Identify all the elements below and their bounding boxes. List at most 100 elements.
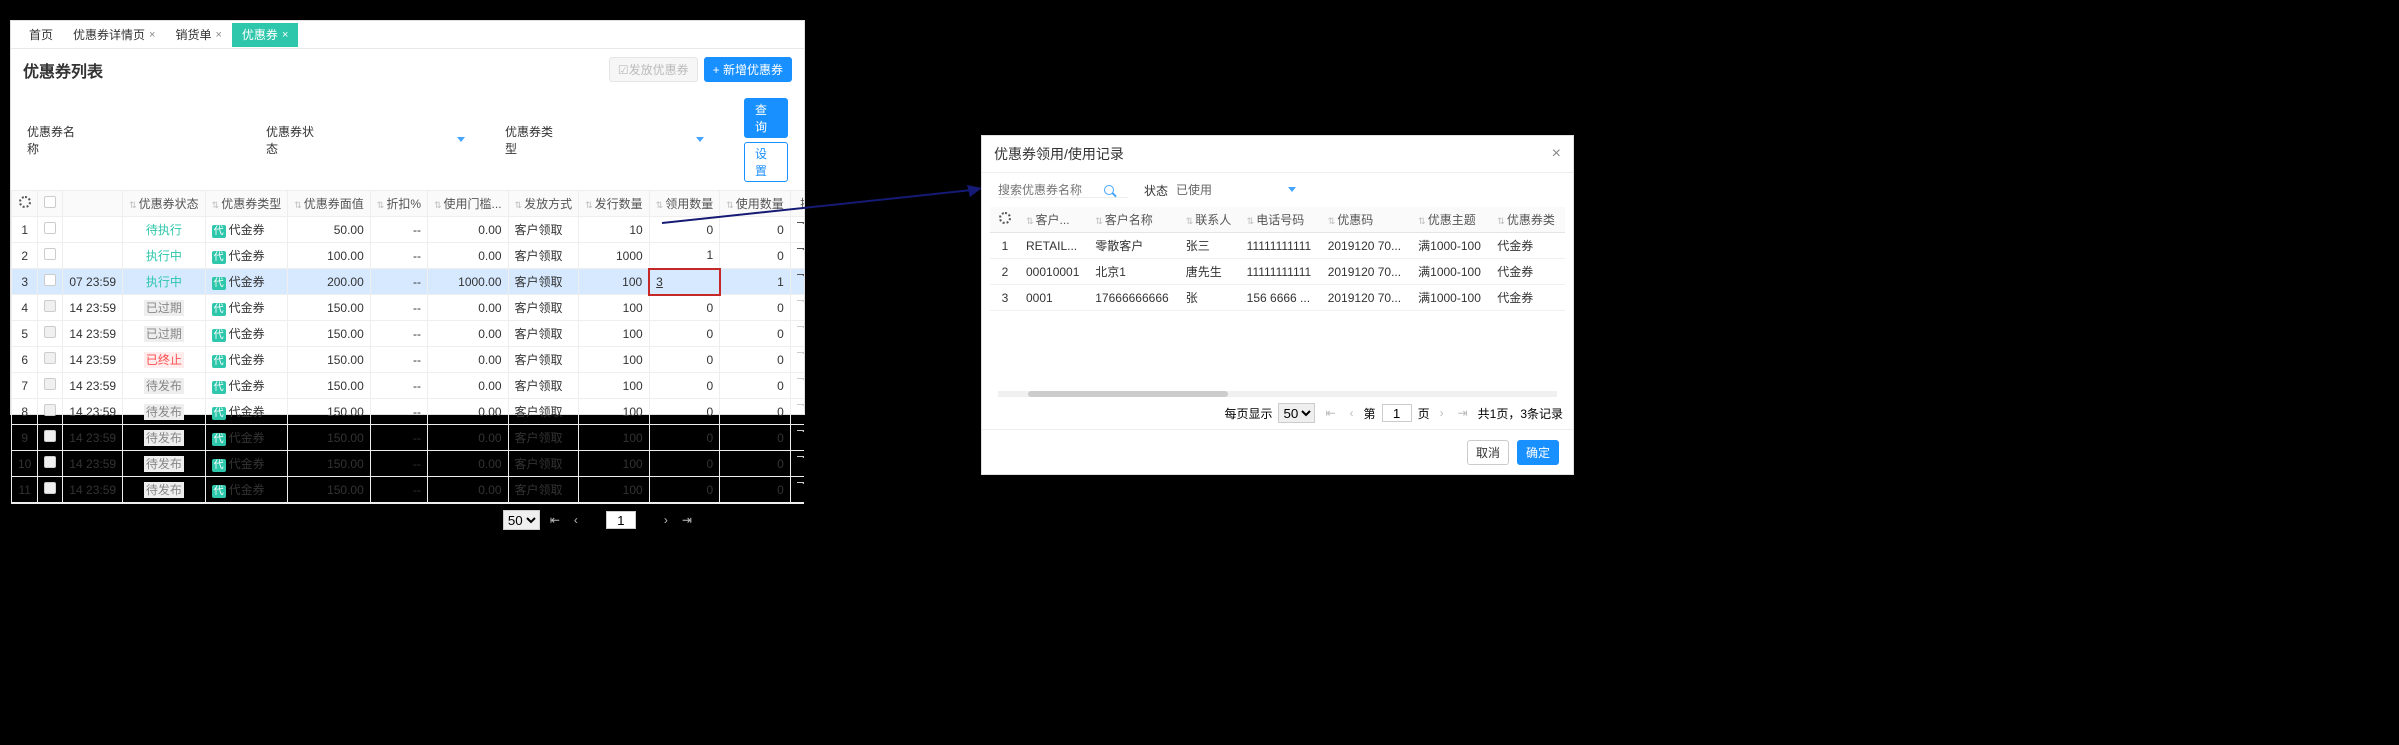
- col-phone[interactable]: ⇅电话号码: [1241, 207, 1322, 233]
- type-icon: 代: [212, 355, 226, 368]
- tab-home[interactable]: 首页: [19, 23, 63, 47]
- table-row[interactable]: 1待执行代代金券50.00--0.00客户领取1000: [12, 217, 805, 243]
- phone-cell: 156 6666 ...: [1241, 285, 1322, 311]
- col-issue[interactable]: ⇅发行数量: [579, 191, 650, 217]
- tab-coupon[interactable]: 优惠券×: [232, 23, 298, 47]
- table-row[interactable]: 1RETAIL...零散客户张三111111111112019120 70...…: [990, 233, 1565, 259]
- row-checkbox: [44, 430, 56, 442]
- table-row[interactable]: 1114 23:59待发布代代金券150.00--0.00客户领取10000: [12, 477, 805, 503]
- col-claim[interactable]: ⇅领用数量: [649, 191, 720, 217]
- filter-bar: 优惠券名称 优惠券状态 优惠券类型 查询 设置: [11, 90, 804, 190]
- col-cust-name[interactable]: ⇅客户名称: [1089, 207, 1179, 233]
- page-size-select[interactable]: 50: [503, 510, 540, 530]
- tab-label: 销货单: [175, 23, 211, 47]
- row-checkbox: [44, 352, 56, 364]
- col-way[interactable]: ⇅发放方式: [508, 191, 579, 217]
- search-icon[interactable]: [1104, 185, 1114, 195]
- table-row[interactable]: 2执行中代代金券100.00--0.00客户领取100010: [12, 243, 805, 269]
- col-status[interactable]: ⇅优惠券状态: [123, 191, 206, 217]
- type-cell: 代金券: [229, 275, 265, 289]
- page-input[interactable]: [606, 511, 636, 529]
- coupon-name-input[interactable]: [86, 132, 226, 148]
- last-page-icon[interactable]: ⇥: [678, 513, 696, 527]
- next-page-icon[interactable]: ›: [660, 513, 672, 527]
- page-input[interactable]: [1382, 404, 1412, 422]
- cancel-button[interactable]: 取消: [1467, 440, 1509, 465]
- status-select[interactable]: 已使用: [1176, 181, 1296, 199]
- next-page-icon[interactable]: ›: [1436, 406, 1448, 420]
- time-cell: 14 23:59: [63, 295, 123, 321]
- tab-sales[interactable]: 销货单×: [165, 23, 231, 47]
- coupon-status-select[interactable]: [331, 137, 465, 143]
- table-row[interactable]: 1014 23:59待发布代代金券150.00--0.00客户领取10000: [12, 451, 805, 477]
- time-cell: 14 23:59: [63, 321, 123, 347]
- last-page-icon[interactable]: ⇥: [1454, 406, 1472, 420]
- face-cell: 150.00: [288, 451, 371, 477]
- col-contact[interactable]: ⇅联系人: [1180, 207, 1241, 233]
- claim-count-link[interactable]: 3: [649, 269, 720, 295]
- col-use[interactable]: ⇅使用数量: [720, 191, 791, 217]
- table-row[interactable]: 914 23:59待发布代代金券150.00--0.00客户领取10000: [12, 425, 805, 451]
- col-topic[interactable]: ⇅优惠主题: [1412, 207, 1491, 233]
- tab-coupon-detail[interactable]: 优惠券详情页×: [63, 23, 165, 47]
- status-badge: 执行中: [144, 274, 184, 290]
- table-row[interactable]: 814 23:59待发布代代金券150.00--0.00客户领取10000: [12, 399, 805, 425]
- prev-page-icon[interactable]: ‹: [1346, 406, 1358, 420]
- col-ccode[interactable]: ⇅优惠码: [1322, 207, 1412, 233]
- issue-cell: 100: [579, 425, 650, 451]
- table-row[interactable]: 714 23:59待发布代代金券150.00--0.00客户领取10000: [12, 373, 805, 399]
- ok-button[interactable]: 确定: [1517, 440, 1559, 465]
- checkbox-all[interactable]: [44, 196, 56, 208]
- first-page-icon[interactable]: ⇤: [546, 513, 564, 527]
- row-checkbox[interactable]: [44, 222, 56, 234]
- tab-label: 优惠券: [242, 23, 278, 47]
- col-face[interactable]: ⇅优惠券面值: [288, 191, 371, 217]
- search-input[interactable]: [998, 183, 1098, 197]
- issue-cell: 100: [579, 373, 650, 399]
- gear-icon[interactable]: [999, 212, 1011, 224]
- way-cell: 客户领取: [508, 269, 579, 295]
- topic-cell: 满1000-100: [1412, 233, 1491, 259]
- coupon-type-select[interactable]: [570, 137, 704, 143]
- share-icon[interactable]: [797, 248, 804, 260]
- table-row[interactable]: 614 23:59已终止代代金券150.00--0.00客户领取10000: [12, 347, 805, 373]
- share-icon[interactable]: [797, 222, 804, 234]
- setting-button[interactable]: 设置: [744, 142, 788, 182]
- share-icon[interactable]: [797, 274, 804, 286]
- disc-cell: --: [370, 217, 427, 243]
- row-index: 2: [990, 259, 1020, 285]
- way-cell: 客户领取: [508, 243, 579, 269]
- prev-page-icon[interactable]: ‹: [570, 513, 582, 527]
- table-row[interactable]: 307 23:59执行中代代金券200.00--1000.00客户领取10031: [12, 269, 805, 295]
- close-icon[interactable]: ×: [1552, 145, 1561, 163]
- first-page-icon[interactable]: ⇤: [1321, 406, 1339, 420]
- use-cell: 0: [720, 477, 791, 503]
- row-checkbox[interactable]: [44, 274, 56, 286]
- col-ops: 操作: [790, 191, 804, 217]
- h-scrollbar[interactable]: [998, 391, 1557, 397]
- add-coupon-button[interactable]: + 新增优惠券: [704, 57, 792, 82]
- claim-cell: 0: [649, 425, 720, 451]
- query-button[interactable]: 查询: [744, 98, 788, 138]
- search-box[interactable]: [998, 183, 1128, 198]
- per-page-label: 每页显示: [449, 512, 497, 529]
- page-size-select[interactable]: 50: [1278, 403, 1315, 423]
- table-row[interactable]: 3000117666666666张156 6666 ...2019120 70.…: [990, 285, 1565, 311]
- table-header-row: ⇅客户... ⇅客户名称 ⇅联系人 ⇅电话号码 ⇅优惠码 ⇅优惠主题 ⇅优惠券类: [990, 207, 1565, 233]
- table-row[interactable]: 514 23:59已过期代代金券150.00--0.00客户领取10000: [12, 321, 805, 347]
- gear-icon[interactable]: [19, 196, 31, 208]
- type-icon: 代: [212, 251, 226, 264]
- col-ctype[interactable]: ⇅优惠券类: [1491, 207, 1565, 233]
- col-thresh[interactable]: ⇅使用门槛...: [427, 191, 508, 217]
- way-cell: 客户领取: [508, 451, 579, 477]
- table-row[interactable]: 200010001北京1唐先生111111111112019120 70...满…: [990, 259, 1565, 285]
- table-row[interactable]: 414 23:59已过期代代金券150.00--0.00客户领取10000: [12, 295, 805, 321]
- col-cust-code[interactable]: ⇅客户...: [1020, 207, 1089, 233]
- close-icon[interactable]: ×: [149, 23, 155, 47]
- close-icon[interactable]: ×: [215, 23, 221, 47]
- close-icon[interactable]: ×: [282, 23, 288, 47]
- col-type[interactable]: ⇅优惠券类型: [205, 191, 288, 217]
- thresh-cell: 0.00: [427, 295, 508, 321]
- row-checkbox[interactable]: [44, 248, 56, 260]
- col-disc[interactable]: ⇅折扣%: [370, 191, 427, 217]
